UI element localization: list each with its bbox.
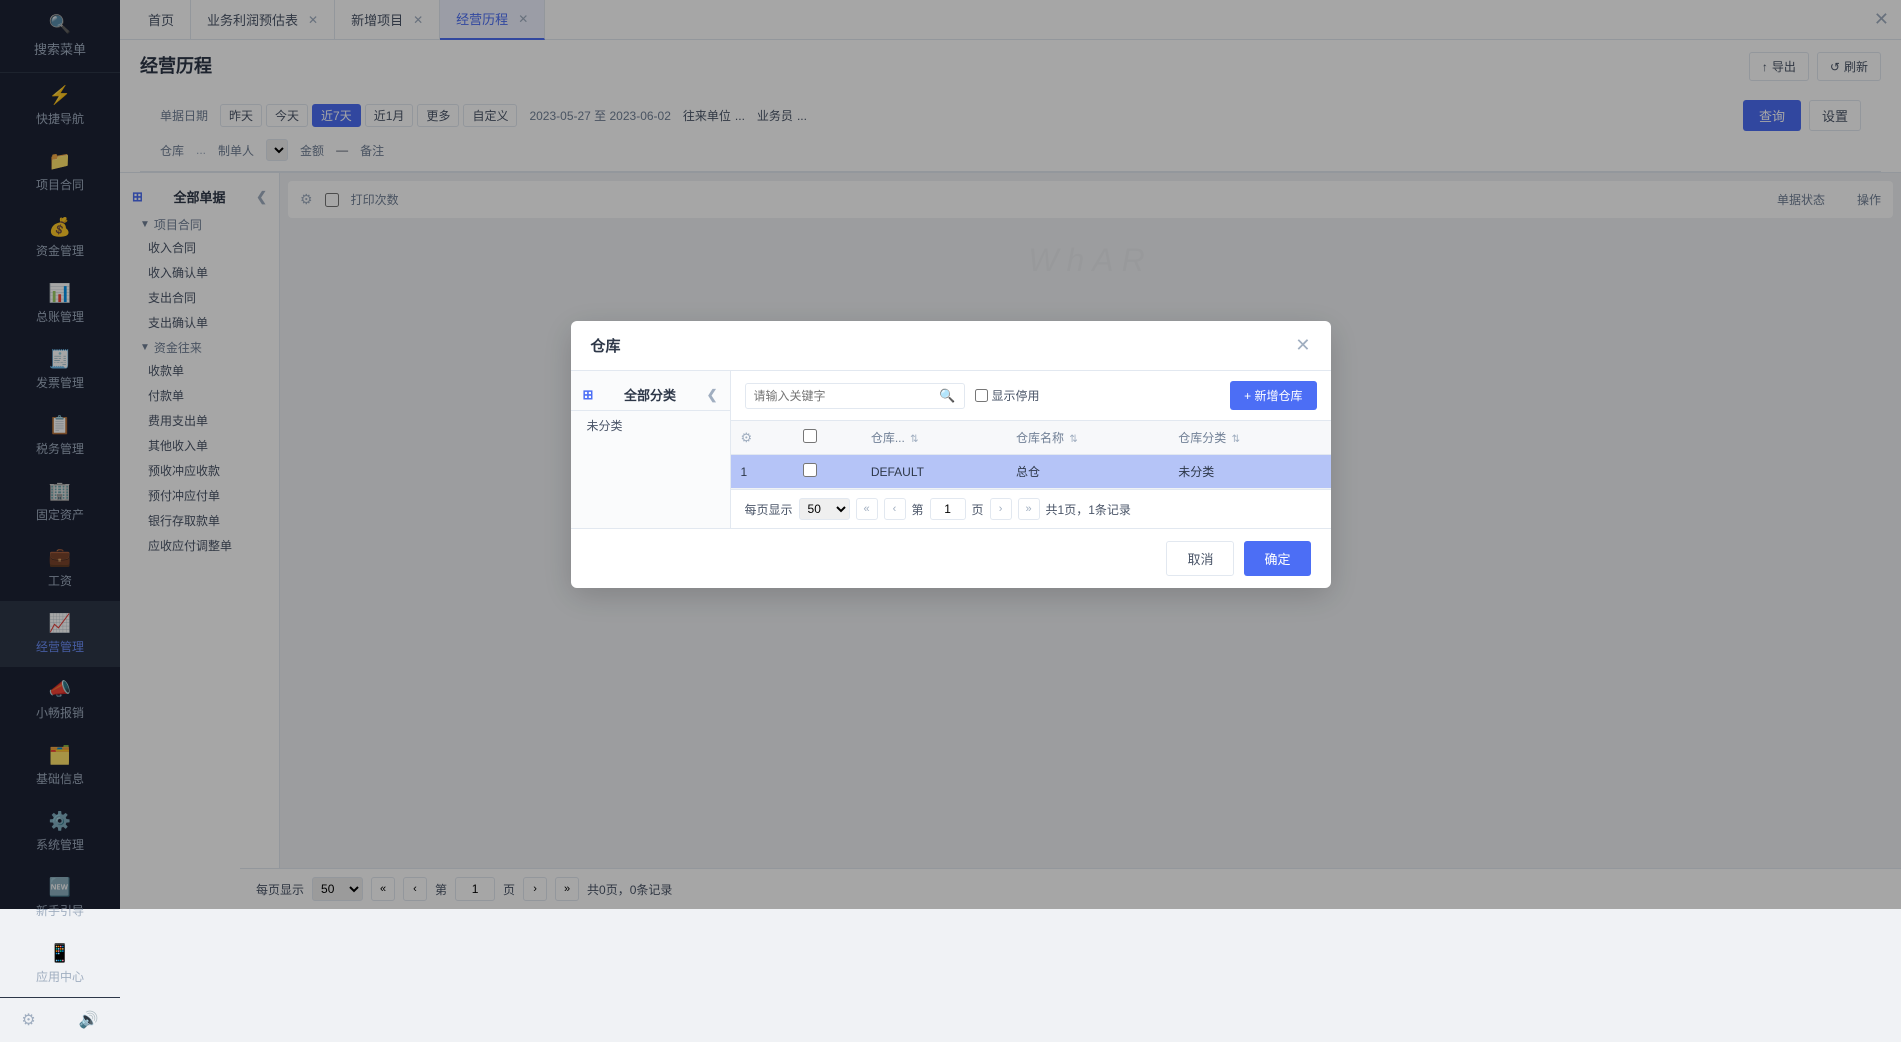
table-row[interactable]: 1 DEFAULT 总仓 未分类 — [731, 455, 1331, 489]
modal-header: 仓库 ✕ — [571, 321, 1331, 371]
modal-page-next-btn[interactable]: › — [990, 498, 1012, 520]
modal-page-last-btn[interactable]: » — [1018, 498, 1040, 520]
sort-icon-category: ⇅ — [1232, 434, 1240, 445]
volume-bottom-icon[interactable]: 🔊 — [79, 1010, 99, 1030]
modal-left-panel: ⊞ 全部分类 ❮ 未分类 — [571, 371, 731, 528]
th-category-label: 仓库分类 — [1178, 431, 1226, 445]
modal-page-number-input[interactable] — [930, 498, 966, 520]
th-checkbox — [793, 421, 860, 455]
modal-per-page-label: 每页显示 — [745, 501, 793, 518]
settings-bottom-icon[interactable]: ⚙ — [21, 1010, 35, 1030]
cancel-button[interactable]: 取消 — [1166, 541, 1234, 576]
show-disabled-label: 显示停用 — [992, 387, 1040, 404]
modal-page-label: 第 — [912, 501, 924, 518]
modal-overlay: 仓库 ✕ ⊞ 全部分类 ❮ 未分类 🔍 — [0, 0, 1901, 909]
row-num: 1 — [731, 455, 794, 489]
row-checkbox-cell — [793, 455, 860, 489]
modal-table-body: 1 DEFAULT 总仓 未分类 — [731, 455, 1331, 489]
row-name: 总仓 — [1006, 455, 1168, 489]
sidebar-item-app[interactable]: 📱 应用中心 — [0, 931, 120, 997]
confirm-button[interactable]: 确定 — [1244, 541, 1310, 576]
th-name-label: 仓库名称 — [1016, 431, 1064, 445]
th-code: 仓库... ⇅ — [861, 421, 1006, 455]
row-code: DEFAULT — [861, 455, 1006, 489]
modal-right-panel: 🔍 显示停用 + 新增仓库 ⚙ — [731, 371, 1331, 528]
sort-icon-name: ⇅ — [1069, 434, 1077, 445]
th-settings: ⚙ — [731, 421, 794, 455]
modal-table-wrap: ⚙ 仓库... ⇅ 仓库名称 ⇅ — [731, 421, 1331, 489]
modal-body: ⊞ 全部分类 ❮ 未分类 🔍 显示停用 — [571, 371, 1331, 528]
select-all-checkbox[interactable] — [803, 429, 817, 443]
modal-page-suffix: 页 — [972, 501, 984, 518]
modal-table-head: ⚙ 仓库... ⇅ 仓库名称 ⇅ — [731, 421, 1331, 455]
modal-left-title: 全部分类 — [624, 385, 676, 404]
app-icon: 📱 — [49, 943, 71, 964]
modal-search-icon: 🔍 — [939, 388, 955, 404]
modal-total-label: 共1页，1条记录 — [1046, 501, 1131, 518]
modal-per-page-select[interactable]: 50 100 — [799, 498, 850, 520]
th-name: 仓库名称 ⇅ — [1006, 421, 1168, 455]
modal-left-header: ⊞ 全部分类 ❮ — [571, 379, 730, 411]
gear-icon[interactable]: ⚙ — [741, 430, 753, 445]
sidebar-bottom: ⚙ 🔊 — [0, 997, 120, 1042]
modal-pagination: 每页显示 50 100 « ‹ 第 页 › » 共1页，1条记录 — [731, 489, 1331, 528]
warehouse-modal: 仓库 ✕ ⊞ 全部分类 ❮ 未分类 🔍 — [571, 321, 1331, 588]
sidebar-item-label: 应用中心 — [36, 968, 84, 985]
row-checkbox[interactable] — [803, 463, 817, 477]
modal-title: 仓库 — [591, 335, 621, 356]
modal-table: ⚙ 仓库... ⇅ 仓库名称 ⇅ — [731, 421, 1331, 489]
modal-footer: 取消 确定 — [571, 528, 1331, 588]
th-code-label: 仓库... — [871, 431, 905, 445]
add-warehouse-button[interactable]: + 新增仓库 — [1230, 381, 1316, 410]
sort-icon-code: ⇅ — [910, 434, 918, 445]
modal-page-first-btn[interactable]: « — [856, 498, 878, 520]
modal-search-input[interactable] — [754, 389, 934, 403]
modal-page-prev-btn[interactable]: ‹ — [884, 498, 906, 520]
modal-left-collapse-icon[interactable]: ❮ — [707, 387, 718, 403]
show-disabled-input[interactable] — [975, 389, 988, 402]
row-category: 未分类 — [1168, 455, 1330, 489]
modal-left-item-unclassified[interactable]: 未分类 — [571, 411, 730, 440]
modal-search-box: 🔍 — [745, 383, 965, 409]
show-disabled-checkbox: 显示停用 — [975, 387, 1040, 404]
modal-close-icon[interactable]: ✕ — [1295, 335, 1310, 356]
th-category: 仓库分类 ⇅ — [1168, 421, 1330, 455]
modal-left-grid-icon: ⊞ — [583, 387, 594, 403]
modal-toolbar: 🔍 显示停用 + 新增仓库 — [731, 371, 1331, 421]
